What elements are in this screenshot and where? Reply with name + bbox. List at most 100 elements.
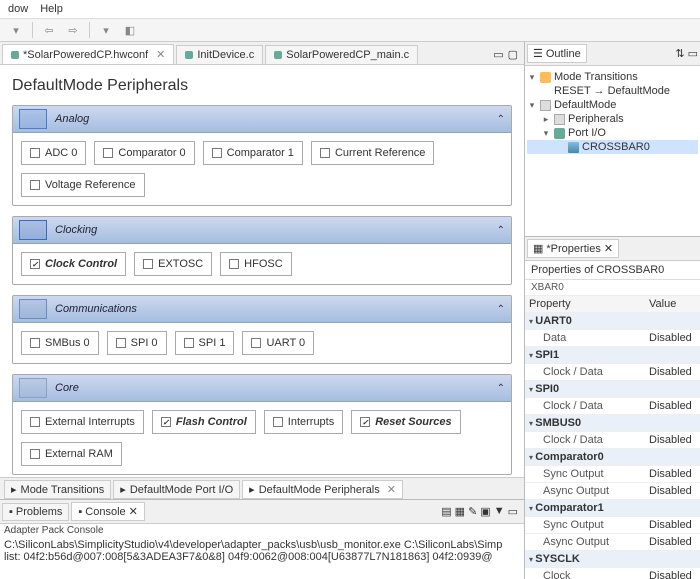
checkbox-icon bbox=[103, 148, 113, 158]
peripheral-spi-0[interactable]: SPI 0 bbox=[107, 331, 167, 355]
menu-help[interactable]: Help bbox=[40, 3, 63, 15]
peripheral-extosc[interactable]: EXTOSC bbox=[134, 252, 212, 276]
bottom-tabs: ▸Mode Transitions▸DefaultMode Port I/O▸D… bbox=[0, 477, 524, 499]
toolbar-btn[interactable]: ▾ bbox=[96, 21, 116, 39]
console-title: Adapter Pack Console bbox=[0, 524, 524, 537]
collapse-icon[interactable]: ⌃ bbox=[497, 304, 505, 315]
toolbar-btn[interactable]: ◧ bbox=[120, 21, 140, 39]
peripheral-interrupts[interactable]: Interrupts bbox=[264, 410, 343, 434]
back-icon[interactable]: ⇦ bbox=[39, 21, 59, 39]
tab-outline[interactable]: ☰ Outline bbox=[527, 44, 587, 63]
expand-icon[interactable]: ▾ bbox=[541, 128, 551, 139]
peripheral-voltage-reference[interactable]: Voltage Reference bbox=[21, 173, 145, 197]
property-category[interactable]: SMBUS0 bbox=[525, 415, 700, 432]
console-tool-icon[interactable]: ✎ bbox=[468, 505, 477, 518]
tree-item[interactable]: RESET → DefaultMode bbox=[527, 84, 698, 98]
peripheral-hfosc[interactable]: HFOSC bbox=[220, 252, 292, 276]
close-icon[interactable]: ✕ bbox=[129, 505, 138, 518]
section-header[interactable]: Analog⌃ bbox=[13, 106, 511, 133]
collapse-icon[interactable]: ⌃ bbox=[497, 114, 505, 125]
peripheral-comparator-1[interactable]: Comparator 1 bbox=[203, 141, 303, 165]
console-tool-icon[interactable]: ▣ bbox=[480, 505, 490, 518]
property-category[interactable]: UART0 bbox=[525, 313, 700, 330]
bottom-tab[interactable]: ▸Mode Transitions bbox=[4, 480, 111, 499]
property-row[interactable]: Async OutputDisabled bbox=[525, 483, 700, 500]
section-header[interactable]: Communications⌃ bbox=[13, 296, 511, 323]
editor-tab[interactable]: InitDevice.c bbox=[176, 45, 263, 64]
section-header[interactable]: Clocking⌃ bbox=[13, 217, 511, 244]
peripheral-smbus-0[interactable]: SMBus 0 bbox=[21, 331, 99, 355]
tree-item[interactable]: CROSSBAR0 bbox=[527, 140, 698, 154]
property-row[interactable]: Clock / DataDisabled bbox=[525, 398, 700, 415]
console-output: C:\SiliconLabs\SimplicityStudio\v4\devel… bbox=[0, 537, 524, 579]
console-tab-problems[interactable]: ▪Problems bbox=[2, 503, 69, 521]
column-property[interactable]: Property bbox=[525, 296, 645, 312]
console-tool-icon[interactable]: ▼ bbox=[494, 505, 505, 518]
checkbox-icon bbox=[30, 180, 40, 190]
editor-tab[interactable]: *SolarPoweredCP.hwconf✕ bbox=[2, 44, 174, 64]
tab-icon: ▸ bbox=[120, 483, 126, 496]
peripheral-external-ram[interactable]: External RAM bbox=[21, 442, 122, 466]
peripheral-uart-0[interactable]: UART 0 bbox=[242, 331, 314, 355]
close-icon[interactable]: ✕ bbox=[604, 242, 613, 255]
panel-tool-icon[interactable]: ⇅ bbox=[675, 47, 684, 60]
bottom-tab[interactable]: ▸DefaultMode Peripherals✕ bbox=[242, 480, 403, 499]
close-icon[interactable]: ✕ bbox=[387, 483, 396, 496]
property-category[interactable]: SPI0 bbox=[525, 381, 700, 398]
property-row[interactable]: Async OutputDisabled bbox=[525, 534, 700, 551]
collapse-icon[interactable]: ⌃ bbox=[497, 225, 505, 236]
section-header[interactable]: Core⌃ bbox=[13, 375, 511, 402]
expand-icon[interactable]: ▾ bbox=[527, 72, 537, 83]
property-category[interactable]: Comparator0 bbox=[525, 449, 700, 466]
editor-tab[interactable]: SolarPoweredCP_main.c bbox=[265, 45, 418, 64]
peripheral-reset-sources[interactable]: Reset Sources bbox=[351, 410, 460, 434]
menu-dow[interactable]: dow bbox=[8, 3, 28, 15]
minimize-icon[interactable]: ▭ bbox=[493, 48, 503, 61]
property-category[interactable]: Comparator1 bbox=[525, 500, 700, 517]
property-row[interactable]: Clock / DataDisabled bbox=[525, 432, 700, 449]
peripheral-clock-control[interactable]: Clock Control bbox=[21, 252, 126, 276]
section-analog: Analog⌃ ADC 0 Comparator 0 Comparator 1 Curr… bbox=[12, 105, 512, 206]
section-icon bbox=[19, 378, 47, 398]
tree-item[interactable]: ▾Mode Transitions bbox=[527, 70, 698, 84]
peripheral-adc-0[interactable]: ADC 0 bbox=[21, 141, 86, 165]
column-value[interactable]: Value bbox=[645, 296, 700, 312]
peripheral-flash-control[interactable]: Flash Control bbox=[152, 410, 256, 434]
peripheral-current-reference[interactable]: Current Reference bbox=[311, 141, 435, 165]
file-icon bbox=[274, 51, 282, 59]
property-row[interactable]: Sync OutputDisabled bbox=[525, 517, 700, 534]
tab-properties[interactable]: ▦ *Properties ✕ bbox=[527, 239, 619, 258]
forward-icon[interactable]: ⇨ bbox=[63, 21, 83, 39]
peripheral-spi-1[interactable]: SPI 1 bbox=[175, 331, 235, 355]
property-row[interactable]: Sync OutputDisabled bbox=[525, 466, 700, 483]
properties-icon: ▦ bbox=[533, 242, 543, 255]
console-panel: ▪Problems▪Console✕ ▤ ▦ ✎ ▣ ▼ ▭ Adapter P… bbox=[0, 499, 524, 579]
collapse-icon[interactable]: ⌃ bbox=[497, 383, 505, 394]
maximize-icon[interactable]: ▢ bbox=[508, 48, 518, 61]
panel-tool-icon[interactable]: ▭ bbox=[688, 47, 698, 60]
tree-item[interactable]: ▸Peripherals bbox=[527, 112, 698, 126]
toolbar-btn[interactable]: ▾ bbox=[6, 21, 26, 39]
property-category[interactable]: SPI1 bbox=[525, 347, 700, 364]
console-tool-icon[interactable]: ▦ bbox=[455, 505, 465, 518]
console-tool-icon[interactable]: ▤ bbox=[441, 505, 451, 518]
console-tab-console[interactable]: ▪Console✕ bbox=[71, 502, 144, 521]
expand-icon[interactable]: ▸ bbox=[541, 114, 551, 125]
property-row[interactable]: Clock / DataDisabled bbox=[525, 364, 700, 381]
checkbox-icon bbox=[30, 259, 40, 269]
bottom-tab[interactable]: ▸DefaultMode Port I/O bbox=[113, 480, 240, 499]
properties-grid: Property Value UART0DataDisabledSPI1Cloc… bbox=[525, 296, 700, 579]
property-row[interactable]: ClockDisabled bbox=[525, 568, 700, 579]
tree-item[interactable]: ▾Port I/O bbox=[527, 126, 698, 140]
checkbox-icon bbox=[320, 148, 330, 158]
close-icon[interactable]: ✕ bbox=[156, 48, 165, 61]
folder-icon bbox=[540, 100, 551, 111]
property-row[interactable]: DataDisabled bbox=[525, 330, 700, 347]
peripheral-external-interrupts[interactable]: External Interrupts bbox=[21, 410, 144, 434]
tree-item[interactable]: ▾DefaultMode bbox=[527, 98, 698, 112]
checkbox-icon bbox=[184, 338, 194, 348]
expand-icon[interactable]: ▾ bbox=[527, 100, 537, 111]
property-category[interactable]: SYSCLK bbox=[525, 551, 700, 568]
peripheral-comparator-0[interactable]: Comparator 0 bbox=[94, 141, 194, 165]
console-tool-icon[interactable]: ▭ bbox=[508, 505, 518, 518]
